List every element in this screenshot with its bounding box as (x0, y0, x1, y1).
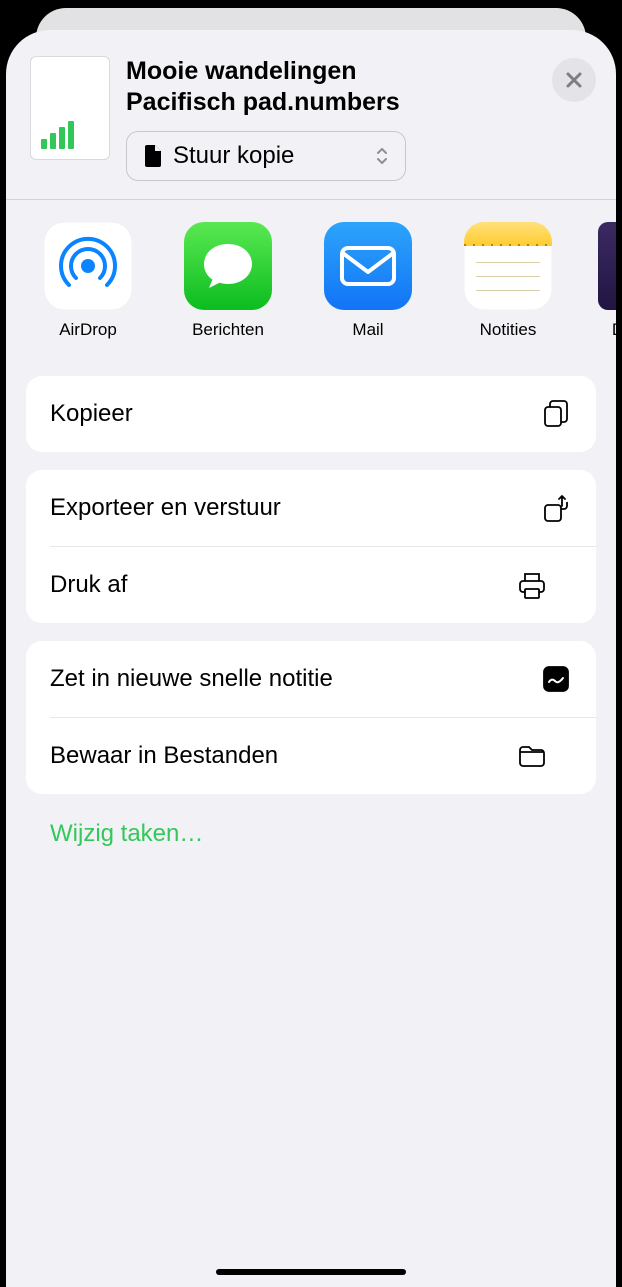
action-save-files[interactable]: Bewaar in Bestanden (50, 717, 596, 794)
action-print[interactable]: Druk af (50, 546, 596, 623)
action-label: Exporteer en verstuur (50, 494, 281, 522)
action-group-3: Zet in nieuwe snelle notitie Bewaar in B… (26, 641, 596, 794)
close-icon (565, 71, 583, 89)
messages-icon (184, 222, 272, 310)
share-apps-row[interactable]: AirDrop Berichten Mail Notities (6, 200, 616, 362)
action-label: Zet in nieuwe snelle notitie (50, 665, 333, 693)
send-copy-select[interactable]: Stuur kopie (126, 131, 406, 181)
edit-actions-link[interactable]: Wijzig taken… (26, 794, 596, 874)
action-label: Kopieer (50, 400, 133, 428)
share-sheet: Mooie wandelingen Pacifisch pad.numbers … (6, 30, 616, 1287)
mail-icon (324, 222, 412, 310)
numbers-bars-icon (41, 121, 74, 149)
copy-icon (540, 398, 572, 430)
app-notes[interactable]: Notities (458, 222, 558, 340)
app-label: AirDrop (59, 320, 117, 340)
action-export-send[interactable]: Exporteer en verstuur (26, 470, 596, 546)
notes-icon (464, 222, 552, 310)
action-group-1: Kopieer (26, 376, 596, 452)
title-line-1: Mooie wandelingen (126, 57, 357, 85)
action-label: Druk af (50, 571, 127, 599)
app-label: D (612, 320, 616, 340)
other-app-icon (598, 222, 616, 310)
chevron-updown-icon (375, 146, 389, 166)
title-line-2: Pacifisch pad.numbers (126, 88, 400, 116)
sheet-header: Mooie wandelingen Pacifisch pad.numbers … (6, 30, 616, 199)
actions-content: Kopieer Exporteer en verstuur Druk af (6, 362, 616, 874)
send-copy-label: Stuur kopie (173, 142, 365, 170)
app-label: Notities (480, 320, 537, 340)
app-other[interactable]: D (598, 222, 616, 340)
app-label: Mail (352, 320, 383, 340)
document-thumbnail (30, 56, 110, 160)
quick-note-icon (540, 663, 572, 695)
action-quick-note[interactable]: Zet in nieuwe snelle notitie (26, 641, 596, 717)
action-copy[interactable]: Kopieer (26, 376, 596, 452)
airdrop-icon (44, 222, 132, 310)
app-airdrop[interactable]: AirDrop (38, 222, 138, 340)
action-label: Bewaar in Bestanden (50, 742, 278, 770)
print-icon (516, 569, 548, 601)
header-text: Mooie wandelingen Pacifisch pad.numbers … (126, 56, 536, 181)
close-button[interactable] (552, 58, 596, 102)
document-title: Mooie wandelingen Pacifisch pad.numbers (126, 56, 536, 119)
export-icon (540, 492, 572, 524)
app-label: Berichten (192, 320, 264, 340)
home-indicator[interactable] (216, 1269, 406, 1275)
document-icon (143, 144, 163, 168)
app-messages[interactable]: Berichten (178, 222, 278, 340)
action-group-2: Exporteer en verstuur Druk af (26, 470, 596, 623)
app-mail[interactable]: Mail (318, 222, 418, 340)
folder-icon (516, 740, 548, 772)
edit-actions-label: Wijzig taken… (50, 820, 203, 847)
